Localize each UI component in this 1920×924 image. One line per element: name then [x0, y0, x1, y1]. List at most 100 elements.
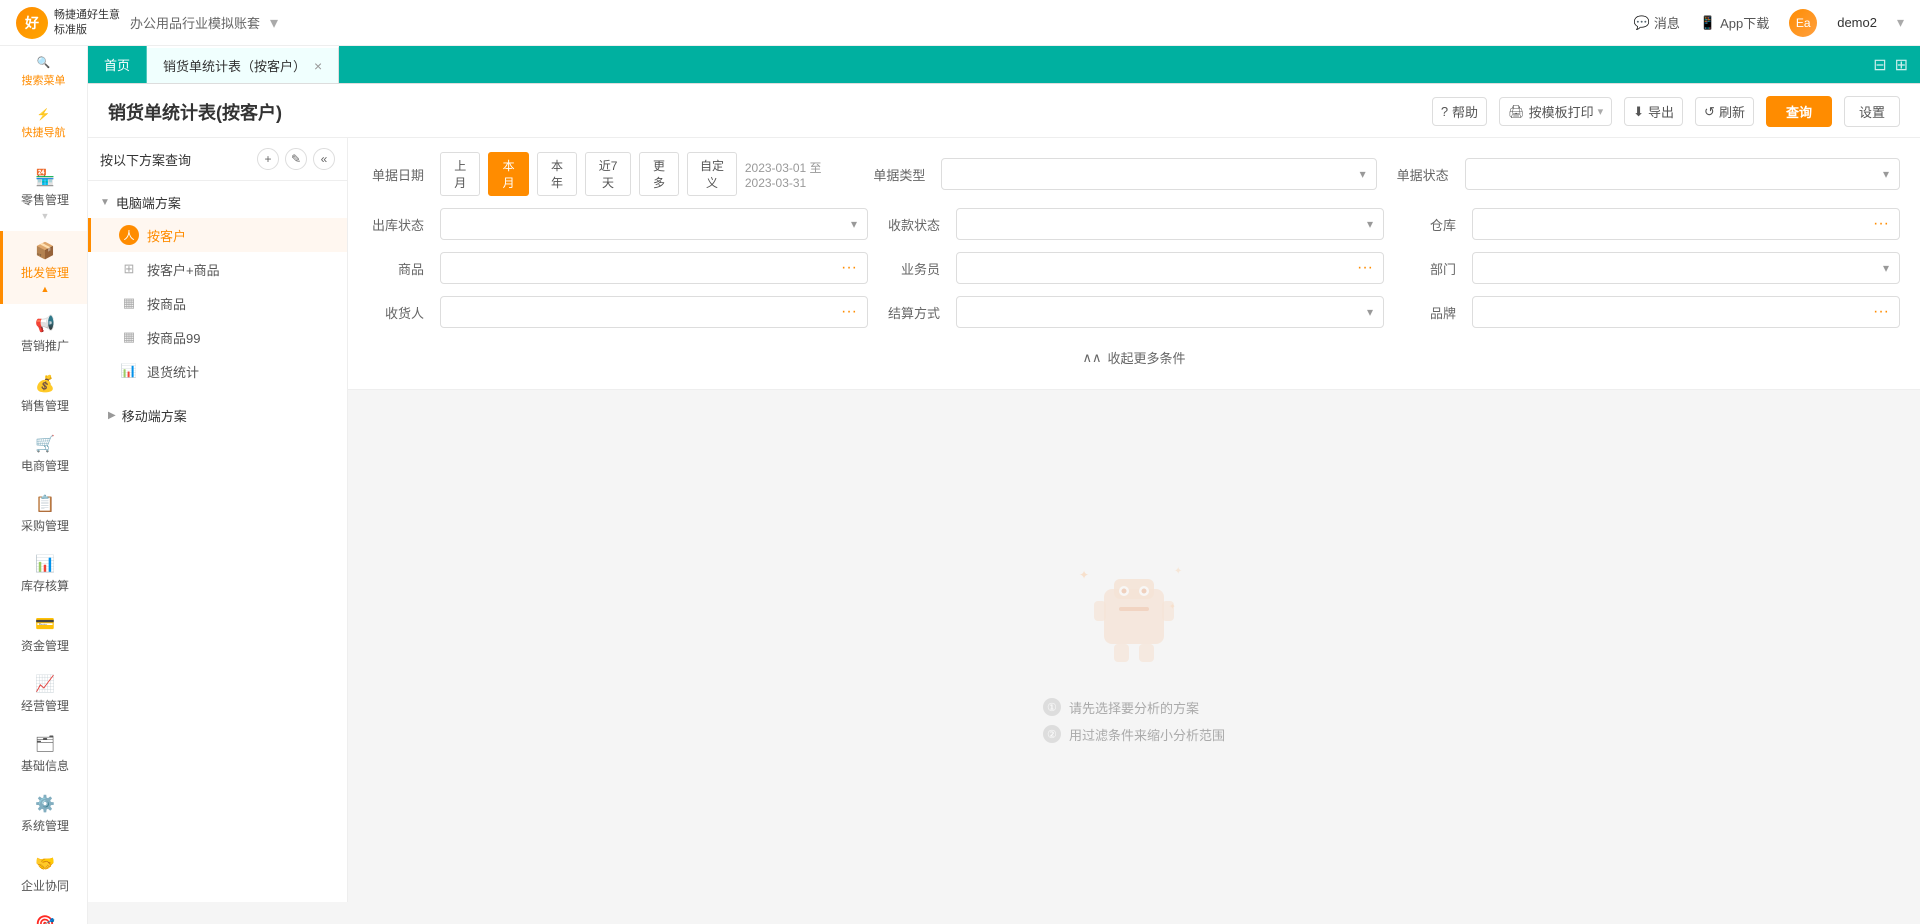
help-btn[interactable]: ? 帮助: [1432, 97, 1487, 126]
filter-row-1: 单据日期 上月 本月 本年 近7天 更多 自定义 2023-03-01 至 20…: [368, 152, 1900, 196]
sidebar-item-operations[interactable]: 📈 经营管理: [0, 664, 87, 724]
department-select[interactable]: ▾: [1472, 252, 1900, 284]
tree-item-by-goods99[interactable]: ▦ 按商品99: [88, 320, 347, 354]
sidebar-item-purchase[interactable]: 📋 采购管理: [0, 484, 87, 544]
date-range: 2023-03-01 至 2023-03-31: [745, 159, 853, 190]
grid-icon: ⊞: [119, 259, 139, 279]
collapse-panel-btn[interactable]: «: [313, 148, 335, 170]
print-btn[interactable]: 🖨 按模板打印 ▾: [1499, 97, 1612, 126]
brand-dots[interactable]: ···: [1873, 303, 1889, 321]
tree-item-by-goods[interactable]: ▦ 按商品: [88, 286, 347, 320]
payment-status-select[interactable]: ▾: [956, 208, 1384, 240]
sidebar-item-coop[interactable]: 🤝 企业协同: [0, 844, 87, 904]
warehouse-input[interactable]: ···: [1472, 208, 1900, 240]
help-icon: ?: [1441, 104, 1448, 119]
sidebar-search-btn[interactable]: 🔍 搜索菜单: [0, 46, 87, 98]
settings-btn[interactable]: 设置: [1844, 96, 1900, 127]
department-label: 部门: [1400, 259, 1456, 278]
date-btn-custom[interactable]: 自定义: [687, 152, 737, 196]
logo-area: 好 畅捷通好生意 标准版: [16, 7, 120, 39]
date-btn-more[interactable]: 更多: [639, 152, 679, 196]
doc-type-label: 单据类型: [869, 165, 925, 184]
retail-icon: 🏪: [35, 168, 55, 188]
collapse-btn[interactable]: ∧∧ 收起更多条件: [368, 340, 1900, 375]
doc-status-label: 单据状态: [1393, 165, 1449, 184]
refresh-btn[interactable]: ↺ 刷新: [1695, 97, 1754, 126]
filter-area: 单据日期 上月 本月 本年 近7天 更多 自定义 2023-03-01 至 20…: [348, 138, 1920, 390]
date-label: 单据日期: [368, 165, 424, 184]
tree-desktop-parent[interactable]: ▼ 电脑端方案: [88, 187, 347, 218]
tree-item-by-customer[interactable]: 人 按客户: [88, 218, 347, 252]
tab-active[interactable]: 销货单统计表（按客户） ×: [147, 46, 339, 83]
customer-icon: 人: [119, 225, 139, 245]
empty-state: ✦ ✦ ✦ ① 请先选择要分析的方案 ②: [348, 390, 1920, 902]
mobile-section: ▶ 移动端方案: [88, 394, 347, 437]
doc-type-select[interactable]: ▾: [941, 158, 1376, 190]
sidebar-item-inventory[interactable]: 📊 库存核算: [0, 544, 87, 604]
tab-maximize-icon[interactable]: ⊞: [1895, 55, 1908, 75]
date-btn-last-month[interactable]: 上月: [440, 152, 480, 196]
doc-status-select[interactable]: ▾: [1465, 158, 1900, 190]
sidebar-item-basic[interactable]: 🗂 基础信息: [0, 724, 87, 784]
inventory-icon: 📊: [35, 554, 55, 574]
export-btn[interactable]: ⬇ 导出: [1624, 97, 1683, 126]
sidebar-item-marketing[interactable]: 📢 营销推广: [0, 304, 87, 364]
consignee-label: 收货人: [368, 303, 424, 322]
add-scheme-btn[interactable]: +: [257, 148, 279, 170]
date-btn-this-year[interactable]: 本年: [537, 152, 577, 196]
tree-item-by-return[interactable]: 📊 退货统计: [88, 354, 347, 388]
stock-status-label: 出库状态: [368, 215, 424, 234]
industry-dropdown[interactable]: ▾: [270, 13, 278, 33]
tip-num-1: ①: [1043, 698, 1061, 716]
consignee-dots[interactable]: ···: [841, 303, 857, 321]
tree-item-by-customer-goods[interactable]: ⊞ 按客户+商品: [88, 252, 347, 286]
warehouse-dots[interactable]: ···: [1873, 215, 1889, 233]
tree-mobile-parent[interactable]: ▶ 移动端方案: [88, 400, 347, 431]
consignee-input[interactable]: ···: [440, 296, 868, 328]
sidebar-item-ecommerce[interactable]: 🛒 电商管理: [0, 424, 87, 484]
app-download-btn[interactable]: 📱 App下载: [1700, 13, 1769, 32]
top-header: 好 畅捷通好生意 标准版 办公用品行业模拟账套 ▾ 💬 消息 📱 App下载 E…: [0, 0, 1920, 46]
salesperson-dots[interactable]: ···: [1357, 259, 1373, 277]
stock-status-select[interactable]: ▾: [440, 208, 868, 240]
sidebar-item-system[interactable]: ⚙️ 系统管理: [0, 784, 87, 844]
marketing-icon: 📢: [35, 314, 55, 334]
tree-arrow-down: ▼: [100, 197, 110, 208]
svg-text:✦: ✦: [1174, 566, 1182, 577]
system-icon: ⚙️: [35, 794, 55, 814]
salesperson-input[interactable]: ···: [956, 252, 1384, 284]
refresh-icon: ↺: [1704, 104, 1715, 120]
payment-chevron: ▾: [1367, 217, 1373, 231]
print-dropdown-icon[interactable]: ▾: [1598, 105, 1604, 118]
date-btn-7days[interactable]: 近7天: [585, 152, 631, 196]
coop-icon: 🤝: [35, 854, 55, 874]
settlement-select[interactable]: ▾: [956, 296, 1384, 328]
tree-arrow-right: ▶: [108, 410, 116, 421]
date-btn-this-month[interactable]: 本月: [488, 152, 528, 196]
sidebar-item-wholesale[interactable]: 📦 批发管理 ▲: [0, 231, 87, 304]
tab-minimize-icon[interactable]: ⊟: [1873, 55, 1886, 75]
sidebar-item-sales[interactable]: 💰 销售管理: [0, 364, 87, 424]
sidebar-item-finance[interactable]: 💳 资金管理: [0, 604, 87, 664]
tab-home[interactable]: 首页: [88, 46, 147, 83]
avatar: Ea: [1789, 9, 1817, 37]
empty-illustration: ✦ ✦ ✦: [1074, 549, 1194, 682]
user-dropdown-icon[interactable]: ▾: [1897, 14, 1904, 31]
sidebar-item-newguide[interactable]: 🎯 新手引导: [0, 904, 87, 924]
brand-input[interactable]: ···: [1472, 296, 1900, 328]
query-btn[interactable]: 查询: [1766, 96, 1832, 127]
goods-dots[interactable]: ···: [841, 259, 857, 277]
edit-scheme-btn[interactable]: ✎: [285, 148, 307, 170]
sidebar-quicknav-btn[interactable]: ⚡ 快捷导航: [0, 98, 87, 150]
header-left: 好 畅捷通好生意 标准版 办公用品行业模拟账套 ▾: [16, 7, 278, 39]
tab-close-btn[interactable]: ×: [314, 59, 322, 73]
payment-status-label: 收款状态: [884, 215, 940, 234]
username[interactable]: demo2: [1837, 15, 1877, 30]
sidebar-item-retail[interactable]: 🏪 零售管理 ▼: [0, 158, 87, 231]
brand-label: 品牌: [1400, 303, 1456, 322]
message-btn[interactable]: 💬 消息: [1634, 13, 1680, 32]
goods-input[interactable]: ···: [440, 252, 868, 284]
page-content: 销货单统计表(按客户) ? 帮助 🖨 按模板打印 ▾ ⬇ 导出: [88, 84, 1920, 924]
department-chevron: ▾: [1883, 261, 1889, 275]
tab-bar: 首页 销货单统计表（按客户） × ⊟ ⊞: [88, 46, 1920, 84]
